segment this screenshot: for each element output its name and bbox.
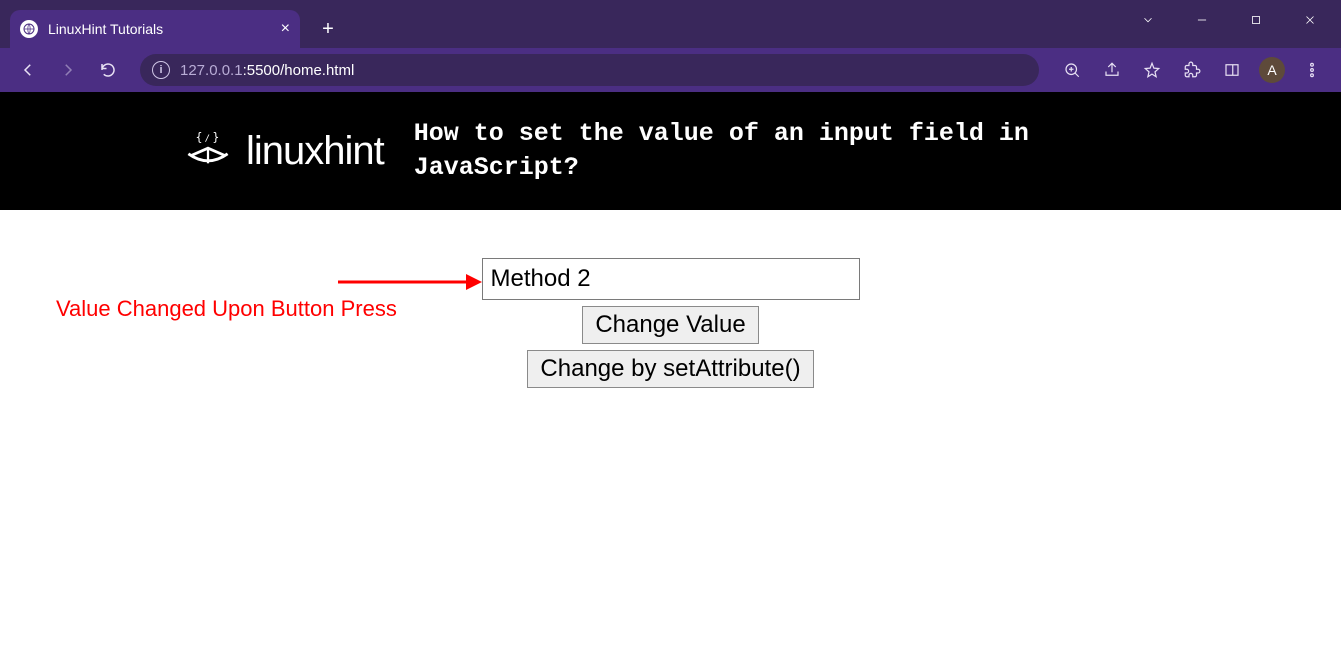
tab-title: LinuxHint Tutorials (48, 21, 271, 37)
site-info-icon[interactable]: i (152, 61, 170, 79)
globe-icon (20, 20, 38, 38)
change-setattribute-button[interactable]: Change by setAttribute() (527, 350, 813, 388)
browser-tab[interactable]: LinuxHint Tutorials × (10, 10, 300, 48)
page-header: { / } linuxhint How to set the value of … (0, 92, 1341, 210)
menu-button[interactable] (1293, 52, 1331, 88)
annotation-text: Value Changed Upon Button Press (56, 296, 397, 322)
close-window-button[interactable] (1287, 4, 1333, 36)
new-tab-button[interactable]: + (312, 13, 344, 45)
url-text: 127.0.0.1:5500/home.html (180, 62, 354, 79)
extensions-icon[interactable] (1173, 52, 1211, 88)
address-bar[interactable]: i 127.0.0.1:5500/home.html (140, 54, 1039, 86)
browser-toolbar: i 127.0.0.1:5500/home.html A (0, 48, 1341, 92)
bookmark-star-icon[interactable] (1133, 52, 1171, 88)
share-icon[interactable] (1093, 52, 1131, 88)
article-title: How to set the value of an input field i… (414, 117, 1094, 185)
reload-button[interactable] (90, 52, 126, 88)
page-content: Change Value Change by setAttribute() Va… (0, 210, 1341, 388)
site-logo: { / } linuxhint (180, 123, 384, 179)
chevron-down-icon[interactable] (1125, 4, 1171, 36)
logo-icon: { / } (180, 123, 236, 179)
profile-avatar[interactable]: A (1253, 52, 1291, 88)
minimize-button[interactable] (1179, 4, 1225, 36)
zoom-icon[interactable] (1053, 52, 1091, 88)
maximize-button[interactable] (1233, 4, 1279, 36)
back-button[interactable] (10, 52, 46, 88)
window-controls (1125, 4, 1333, 36)
browser-titlebar: LinuxHint Tutorials × + (0, 0, 1341, 48)
demo-input[interactable] (482, 258, 860, 300)
logo-text: linuxhint (246, 129, 384, 174)
side-panel-icon[interactable] (1213, 52, 1251, 88)
forward-button[interactable] (50, 52, 86, 88)
svg-text:{: { (196, 131, 203, 144)
annotation-arrow-icon (338, 270, 482, 294)
svg-text:/: / (205, 134, 210, 144)
svg-text:}: } (212, 131, 219, 144)
change-value-button[interactable]: Change Value (582, 306, 758, 344)
close-icon[interactable]: × (281, 20, 290, 38)
